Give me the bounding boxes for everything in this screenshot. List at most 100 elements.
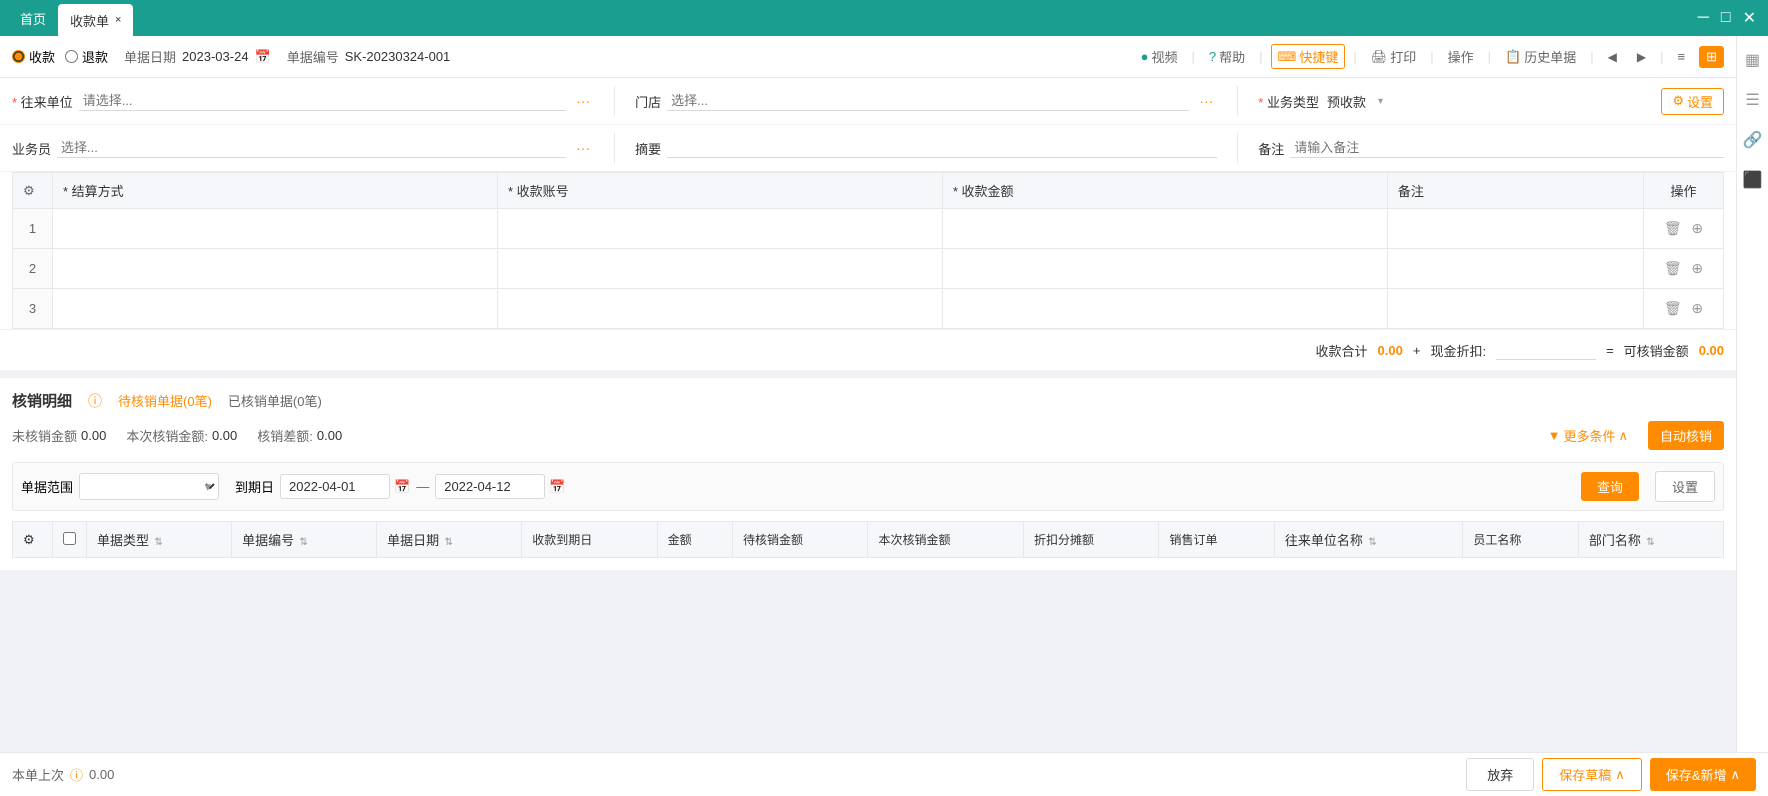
refund-radio[interactable]: 退款 — [65, 47, 108, 66]
date-value[interactable]: 2023-03-24 — [182, 49, 249, 64]
due-date-field: 到期日 📅 — 📅 — [235, 474, 565, 499]
bottom-info-icon[interactable]: ⓘ — [70, 765, 83, 784]
store-more-btn[interactable]: ··· — [1195, 93, 1217, 109]
history-btn[interactable]: 📋 历史单据 — [1499, 45, 1582, 68]
panel-icon-1[interactable]: ▦ — [1739, 44, 1766, 76]
settings-btn[interactable]: ⚙ 设置 — [1661, 88, 1724, 115]
history-icon: 📋 — [1505, 49, 1521, 65]
current-value: 0.00 — [212, 428, 237, 443]
remarks-cell-2[interactable] — [1387, 249, 1643, 289]
settlement-cell-2[interactable] — [53, 249, 498, 289]
current-stat: 本次核销金额: 0.00 — [126, 426, 237, 445]
amount-cell-1[interactable] — [942, 209, 1387, 249]
delete-icon-2[interactable]: 🗑 — [1664, 260, 1682, 276]
layout-btn[interactable]: ≡ — [1672, 47, 1692, 66]
last-value: 0.00 — [89, 767, 114, 782]
due-date-to-input[interactable] — [435, 474, 545, 499]
table-settings-icon[interactable]: ⚙ — [23, 183, 35, 198]
sort-bill-type[interactable]: ⇅ — [154, 537, 162, 548]
save-draft-btn[interactable]: 保存草稿 ∧ — [1542, 758, 1642, 791]
summary-label: 摘要 — [635, 139, 661, 158]
abandon-btn[interactable]: 放弃 — [1466, 758, 1534, 791]
date-field: 单据日期 2023-03-24 📅 — [124, 47, 271, 66]
copy-icon-3[interactable]: ⊕ — [1691, 300, 1703, 316]
help-btn[interactable]: ? 帮助 — [1203, 45, 1251, 68]
print-icon: 🖨 — [1371, 49, 1388, 65]
account-cell-1[interactable] — [497, 209, 942, 249]
hexiao-info-icon[interactable]: ⓘ — [88, 391, 102, 411]
col-bill-type-header: 单据类型 ⇅ — [87, 522, 232, 558]
maximize-btn[interactable]: □ — [1717, 9, 1735, 27]
remarks-input[interactable] — [1290, 138, 1724, 158]
salesperson-more-btn[interactable]: ··· — [572, 140, 594, 156]
delete-icon-1[interactable]: 🗑 — [1664, 220, 1682, 236]
remarks-cell-3[interactable] — [1387, 289, 1643, 329]
remarks-cell-1[interactable] — [1387, 209, 1643, 249]
discount-input[interactable] — [1496, 340, 1596, 360]
partner-input[interactable] — [79, 91, 566, 111]
sort-bill-no[interactable]: ⇅ — [299, 537, 307, 548]
pending-link[interactable]: 待核销单据(0笔) — [118, 391, 212, 410]
panel-icon-2[interactable]: ☰ — [1739, 84, 1765, 116]
more-conditions-btn[interactable]: ▼ 更多条件 ∧ — [1548, 426, 1628, 445]
due-date-from-input[interactable] — [280, 474, 390, 499]
amount-cell-2[interactable] — [942, 249, 1387, 289]
select-all-checkbox[interactable] — [63, 532, 76, 545]
prev-btn[interactable]: ◀ — [1602, 48, 1623, 66]
toolbar-actions: ● 视频 | ? 帮助 | ⌨ 快捷键 | 🖨 打印 | 操作 | — [1135, 44, 1724, 69]
bottom-table-settings-icon[interactable]: ⚙ — [23, 532, 35, 547]
nav-tab-receipt[interactable]: 收款单 × — [58, 4, 133, 36]
sort-date[interactable]: ⇅ — [444, 537, 452, 548]
col-remarks-header: 备注 — [1387, 173, 1643, 209]
print-btn[interactable]: 🖨 打印 — [1365, 45, 1423, 68]
next-btn[interactable]: ▶ — [1631, 48, 1652, 66]
panel-icon-3[interactable]: 🔗 — [1737, 124, 1768, 156]
settlement-cell-3[interactable] — [53, 289, 498, 329]
minimize-btn[interactable]: ─ — [1694, 9, 1713, 27]
diff-stat: 核销差额: 0.00 — [257, 426, 342, 445]
business-type-label: 业务类型 — [1258, 92, 1319, 111]
account-cell-3[interactable] — [497, 289, 942, 329]
close-tab-icon[interactable]: × — [115, 14, 121, 26]
remarks-label: 备注 — [1258, 139, 1284, 158]
layout-icon: ≡ — [1678, 49, 1686, 64]
panel-icon-4[interactable]: ⬛ — [1737, 164, 1768, 196]
hexiao-stats: 未核销金额 0.00 本次核销金额: 0.00 核销差额: 0.00 ▼ 更多条… — [12, 421, 1724, 450]
operations-btn[interactable]: 操作 — [1442, 45, 1480, 68]
store-input[interactable] — [667, 91, 1189, 111]
account-cell-2[interactable] — [497, 249, 942, 289]
divider-2 — [1237, 86, 1238, 116]
summary-input[interactable] — [667, 138, 1217, 158]
col-pending-header: 待核销金额 — [732, 522, 867, 558]
summary-group: 摘要 — [635, 138, 1217, 158]
range-select[interactable] — [79, 473, 219, 500]
auto-hexiao-btn[interactable]: 自动核销 — [1648, 421, 1724, 450]
copy-icon-2[interactable]: ⊕ — [1691, 260, 1703, 276]
grid-btn[interactable]: ⊞ — [1699, 46, 1724, 68]
video-btn[interactable]: ● 视频 — [1135, 45, 1184, 68]
sort-dept[interactable]: ⇅ — [1646, 537, 1654, 548]
query-btn[interactable]: 查询 — [1581, 472, 1639, 501]
close-btn[interactable]: ✕ — [1739, 8, 1760, 28]
section-divider — [0, 370, 1736, 378]
filter-settings-btn[interactable]: 设置 — [1655, 471, 1715, 502]
settlement-cell-1[interactable] — [53, 209, 498, 249]
calendar-icon[interactable]: 📅 — [255, 49, 271, 65]
amount-cell-3[interactable] — [942, 289, 1387, 329]
grid-icon: ⊞ — [1706, 49, 1717, 65]
shortcut-btn[interactable]: ⌨ 快捷键 — [1271, 44, 1346, 69]
sort-partner[interactable]: ⇅ — [1368, 537, 1376, 548]
col-due-date-header: 收款到期日 — [522, 522, 657, 558]
delete-icon-3[interactable]: 🗑 — [1664, 300, 1682, 316]
business-type-arrow[interactable]: ▾ — [1378, 96, 1383, 107]
receipt-radio[interactable]: 收款 — [12, 47, 55, 66]
salesperson-input[interactable] — [57, 138, 566, 158]
save-new-btn[interactable]: 保存&新增 ∧ — [1650, 758, 1756, 791]
nav-tab-home[interactable]: 首页 — [8, 0, 58, 36]
partner-more-btn[interactable]: ··· — [572, 93, 594, 109]
done-link[interactable]: 已核销单据(0笔) — [228, 391, 322, 410]
copy-icon-1[interactable]: ⊕ — [1691, 220, 1703, 236]
cal-from-icon[interactable]: 📅 — [394, 479, 410, 495]
cal-to-icon[interactable]: 📅 — [549, 479, 565, 495]
partner-label: 往来单位 — [12, 92, 73, 111]
